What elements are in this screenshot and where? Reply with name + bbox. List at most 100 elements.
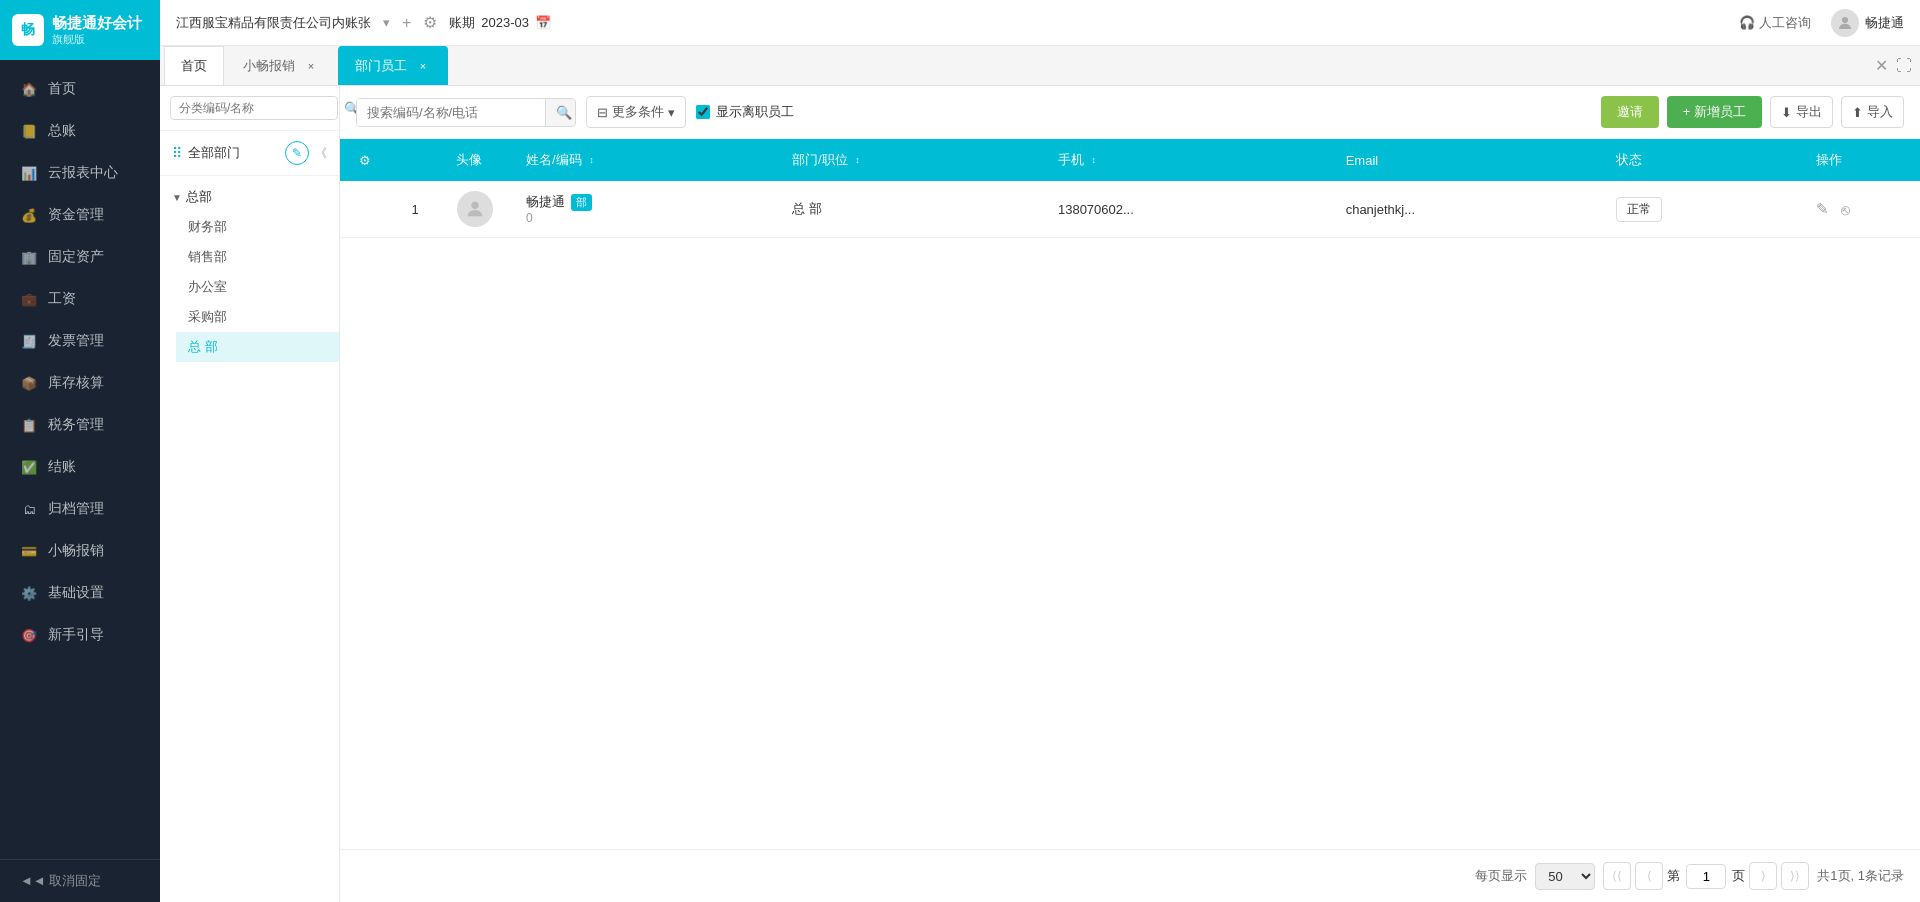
last-page-button[interactable]: ⟩⟩ (1781, 862, 1809, 890)
dept-item-sales[interactable]: 销售部 (176, 242, 339, 272)
import-button[interactable]: ⬆ 导入 (1841, 96, 1904, 128)
edit-icon[interactable]: ✎ (1816, 200, 1829, 218)
topbar-settings-icon[interactable]: ⚙ (423, 13, 437, 32)
employee-panel: 🔍 ⊟ 更多条件 ▾ 显示离职员工 邀请 + 新增员工 ⬇ 导出 (340, 86, 1920, 902)
calendar-icon[interactable]: 📅 (535, 15, 551, 30)
chevron-down-icon: ▾ (668, 105, 675, 120)
tab-employees-close[interactable]: × (415, 58, 431, 74)
archive-icon: 🗂 (20, 500, 38, 518)
sidebar-label-guide: 新手引导 (48, 626, 104, 644)
logout-icon[interactable]: ⎋ (1841, 201, 1850, 218)
sort-dept-icon: ↕ (855, 156, 860, 165)
ledger-icon: 📒 (20, 122, 38, 140)
company-dropdown-icon[interactable]: ▾ (383, 15, 390, 30)
add-employee-button[interactable]: + 新增员工 (1667, 96, 1762, 128)
tab-maximize-icon[interactable]: ⛶ (1896, 57, 1912, 75)
employee-name: 畅捷通 (526, 193, 565, 211)
col-settings[interactable]: ⚙ (340, 139, 390, 181)
col-email: Email (1330, 139, 1600, 181)
import-label: 导入 (1867, 103, 1893, 121)
export-button[interactable]: ⬇ 导出 (1770, 96, 1833, 128)
sidebar-item-close[interactable]: ✅ 结账 (0, 446, 160, 488)
add-company-icon[interactable]: + (402, 14, 411, 32)
tab-expense[interactable]: 小畅报销 × (226, 46, 336, 85)
invoice-icon: 🧾 (20, 332, 38, 350)
dept-all-header: ⠿ 全部部门 ✎ 《 (160, 131, 339, 176)
first-page-button[interactable]: ⟨⟨ (1603, 862, 1631, 890)
dept-item-general[interactable]: 总 部 (176, 332, 339, 362)
col-dept-label: 部门/职位 (792, 152, 848, 167)
support-button[interactable]: 🎧 人工咨询 (1739, 14, 1811, 32)
pagination: 每页显示 50 20 100 ⟨⟨ ⟨ 第 页 ⟩ ⟩⟩ (340, 849, 1920, 902)
show-resigned-label: 显示离职员工 (716, 103, 794, 121)
dept-collapse-icon[interactable]: 《 (315, 145, 327, 162)
sidebar-label-reports: 云报表中心 (48, 164, 118, 182)
employee-table: ⚙ 头像 姓名/编码 ↕ 部门/职位 ↕ (340, 139, 1920, 238)
sidebar-item-reports[interactable]: 📊 云报表中心 (0, 152, 160, 194)
sidebar-item-archive[interactable]: 🗂 归档管理 (0, 488, 160, 530)
sidebar-item-assets[interactable]: 🏢 固定资产 (0, 236, 160, 278)
dept-item-office[interactable]: 办公室 (176, 272, 339, 302)
tab-employees-label: 部门员工 (355, 57, 407, 75)
employee-search-icon[interactable]: 🔍 (545, 99, 576, 126)
employee-toolbar: 🔍 ⊟ 更多条件 ▾ 显示离职员工 邀请 + 新增员工 ⬇ 导出 (340, 86, 1920, 139)
more-filters-label: 更多条件 (612, 103, 664, 121)
tabs-right-actions: ✕ ⛶ (1875, 46, 1920, 85)
sidebar-item-salary[interactable]: 💼 工资 (0, 278, 160, 320)
user-menu[interactable]: 畅捷通 (1831, 9, 1904, 37)
employee-search-input[interactable] (357, 99, 545, 126)
col-phone-label: 手机 (1058, 152, 1084, 167)
show-resigned-input[interactable] (696, 105, 710, 119)
invite-button[interactable]: 邀请 (1601, 96, 1659, 128)
content-area: 🔍 ⠿ 全部部门 ✎ 《 ▼ 总部 财务部 销售部 办公室 (160, 86, 1920, 902)
tax-icon: 📋 (20, 416, 38, 434)
tab-expense-close[interactable]: × (303, 58, 319, 74)
employee-avatar (457, 191, 493, 227)
sidebar-item-settings[interactable]: ⚙️ 基础设置 (0, 572, 160, 614)
prev-page-button[interactable]: ⟨ (1635, 862, 1663, 890)
dept-search-input[interactable] (170, 96, 338, 120)
sidebar-item-guide[interactable]: 🎯 新手引导 (0, 614, 160, 656)
more-filters-button[interactable]: ⊟ 更多条件 ▾ (586, 96, 686, 128)
col-name[interactable]: 姓名/编码 ↕ (510, 139, 776, 181)
table-row: 1 畅捷通 (340, 181, 1920, 238)
logo-subtitle: 旗舰版 (52, 32, 142, 47)
employee-code: 0 (526, 211, 760, 225)
dept-item-finance[interactable]: 财务部 (176, 212, 339, 242)
next-page-button[interactable]: ⟩ (1749, 862, 1777, 890)
export-label: 导出 (1796, 103, 1822, 121)
dept-item-procurement[interactable]: 采购部 (176, 302, 339, 332)
main-area: 江西服宝精品有限责任公司内账张 ▾ + ⚙ 账期 2023-03 📅 🎧 人工咨… (160, 0, 1920, 902)
svg-point-0 (1842, 17, 1848, 23)
tab-close-window-icon[interactable]: ✕ (1875, 56, 1888, 75)
sidebar-item-ledger[interactable]: 📒 总账 (0, 110, 160, 152)
show-resigned-checkbox[interactable]: 显示离职员工 (696, 103, 794, 121)
page-suffix: 页 (1732, 867, 1745, 885)
sidebar-unpin-label: ◄◄ 取消固定 (20, 872, 101, 890)
dept-all-label: 全部部门 (188, 144, 279, 162)
sidebar-label-settings: 基础设置 (48, 584, 104, 602)
sidebar-item-invoice[interactable]: 🧾 发票管理 (0, 320, 160, 362)
logo-title: 畅捷通好会计 (52, 14, 142, 32)
status-badge: 正常 (1616, 197, 1662, 222)
sidebar-unpin-button[interactable]: ◄◄ 取消固定 (0, 859, 160, 902)
dept-group-header-headquarters[interactable]: ▼ 总部 (160, 182, 339, 212)
export-icon: ⬇ (1781, 105, 1792, 120)
per-page-select[interactable]: 50 20 100 (1535, 863, 1595, 890)
sidebar-item-inventory[interactable]: 📦 库存核算 (0, 362, 160, 404)
sidebar-label-inventory: 库存核算 (48, 374, 104, 392)
dept-edit-button[interactable]: ✎ (285, 141, 309, 165)
sidebar-label-ledger: 总账 (48, 122, 76, 140)
tab-home[interactable]: 首页 (164, 46, 224, 85)
col-dept[interactable]: 部门/职位 ↕ (776, 139, 1042, 181)
company-name: 江西服宝精品有限责任公司内账张 (176, 14, 371, 32)
tab-employees[interactable]: 部门员工 × (338, 46, 448, 85)
sidebar-label-invoice: 发票管理 (48, 332, 104, 350)
col-phone[interactable]: 手机 ↕ (1042, 139, 1330, 181)
sidebar-item-home[interactable]: 🏠 首页 (0, 68, 160, 110)
sidebar-item-expense[interactable]: 💳 小畅报销 (0, 530, 160, 572)
sidebar-item-tax[interactable]: 📋 税务管理 (0, 404, 160, 446)
import-icon: ⬆ (1852, 105, 1863, 120)
page-input[interactable] (1686, 864, 1726, 889)
sidebar-item-funds[interactable]: 💰 资金管理 (0, 194, 160, 236)
